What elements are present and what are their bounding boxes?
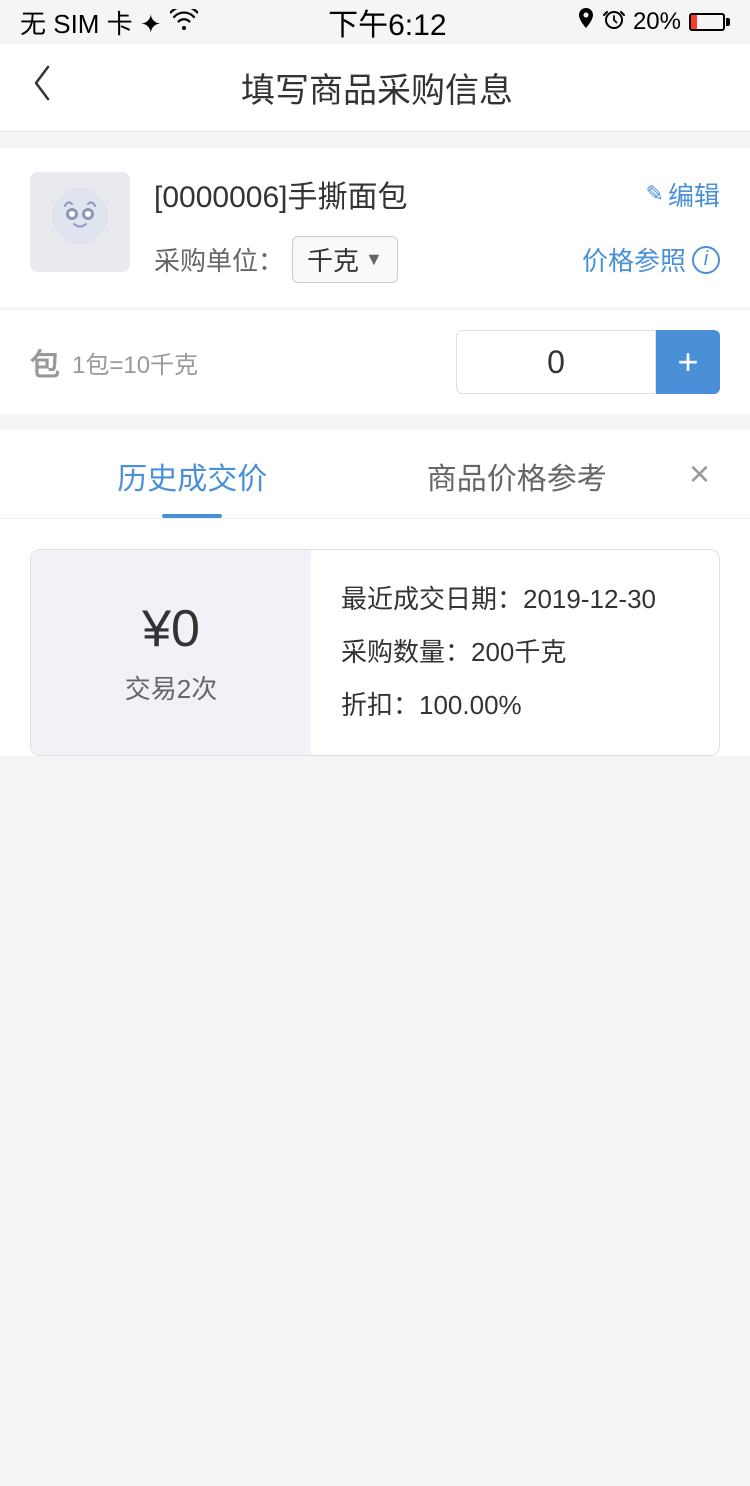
product-id: [0000006] (154, 181, 287, 214)
transaction-count: 交易2次 (125, 669, 217, 706)
quantity-unit-info: 包 1包=10千克 (30, 340, 198, 384)
header: 填写商品采购信息 (0, 44, 750, 132)
unit-select[interactable]: 千克 ▼ (292, 236, 398, 283)
status-bar: 无 SIM 卡 ✦ 下午6:12 20% (0, 0, 750, 44)
package-unit-label: 1包=10千克 (72, 345, 198, 380)
price-reference-button[interactable]: 价格参照 i (582, 241, 720, 278)
transaction-discount: 折扣：100.00% (341, 686, 689, 725)
product-card: [0000006]手撕面包 ✎ 编辑 采购单位： 千克 ▼ 价格参照 i (0, 148, 750, 307)
alarm-icon (603, 8, 625, 37)
tab-product-price-ref-label: 商品价格参考 (427, 463, 607, 496)
edit-label: 编辑 (668, 176, 720, 213)
main-content (0, 786, 750, 1486)
help-icon: i (692, 246, 720, 274)
status-left: 无 SIM 卡 ✦ (20, 4, 198, 41)
edit-button[interactable]: ✎ 编辑 (646, 176, 720, 213)
product-details: [0000006]手撕面包 ✎ 编辑 采购单位： 千克 ▼ 价格参照 i (154, 172, 720, 283)
tab-close-button[interactable]: × (679, 443, 720, 505)
tab-product-price-ref[interactable]: 商品价格参考 (354, 430, 678, 518)
quantity-add-button[interactable]: + (656, 330, 720, 394)
transaction-quantity: 采购数量：200千克 (341, 633, 689, 672)
page-title: 填写商品采购信息 (74, 63, 680, 112)
battery-icon (689, 13, 730, 31)
tab-history-price-label: 历史成交价 (117, 463, 267, 496)
product-name-text: 手撕面包 (287, 181, 407, 214)
status-right: 20% (577, 8, 730, 37)
unit-label: 采购单位： 千克 ▼ (154, 236, 398, 283)
status-time: 下午6:12 (328, 0, 446, 44)
unit-value: 千克 (307, 241, 359, 278)
battery-percent: 20% (633, 8, 681, 36)
back-button[interactable] (30, 63, 54, 112)
tabs-section: 历史成交价 商品价格参考 × ¥0 交易2次 最近成交日期：2019-12-30… (0, 430, 750, 756)
product-image (30, 172, 130, 272)
price-ref-label: 价格参照 (582, 241, 686, 278)
tabs-header: 历史成交价 商品价格参考 × (0, 430, 750, 519)
transaction-date: 最近成交日期：2019-12-30 (341, 580, 689, 619)
transaction-card: ¥0 交易2次 最近成交日期：2019-12-30 采购数量：200千克 折扣：… (30, 549, 720, 756)
wifi-icon (170, 7, 198, 38)
price-value: 0 (171, 600, 200, 658)
price-symbol: ¥ (142, 600, 171, 658)
tab-history-price[interactable]: 历史成交价 (30, 430, 354, 518)
package-icon: 包 (30, 340, 60, 384)
product-thumbnail (50, 186, 110, 258)
unit-dropdown-arrow: ▼ (365, 249, 383, 270)
location-icon (577, 8, 595, 37)
unit-label-text: 采购单位： (154, 241, 284, 278)
product-name: [0000006]手撕面包 (154, 172, 407, 216)
quantity-section: 包 1包=10千克 + (0, 309, 750, 414)
transaction-right: 最近成交日期：2019-12-30 采购数量：200千克 折扣：100.00% (311, 550, 719, 755)
unit-row: 采购单位： 千克 ▼ 价格参照 i (154, 236, 720, 283)
sim-label: 无 SIM 卡 ✦ (20, 4, 162, 41)
quantity-input[interactable] (456, 330, 656, 394)
product-title-row: [0000006]手撕面包 ✎ 编辑 (154, 172, 720, 216)
transaction-left: ¥0 交易2次 (31, 550, 311, 755)
quantity-input-group: + (456, 330, 720, 394)
edit-icon: ✎ (646, 181, 664, 207)
transaction-price: ¥0 (142, 599, 200, 659)
